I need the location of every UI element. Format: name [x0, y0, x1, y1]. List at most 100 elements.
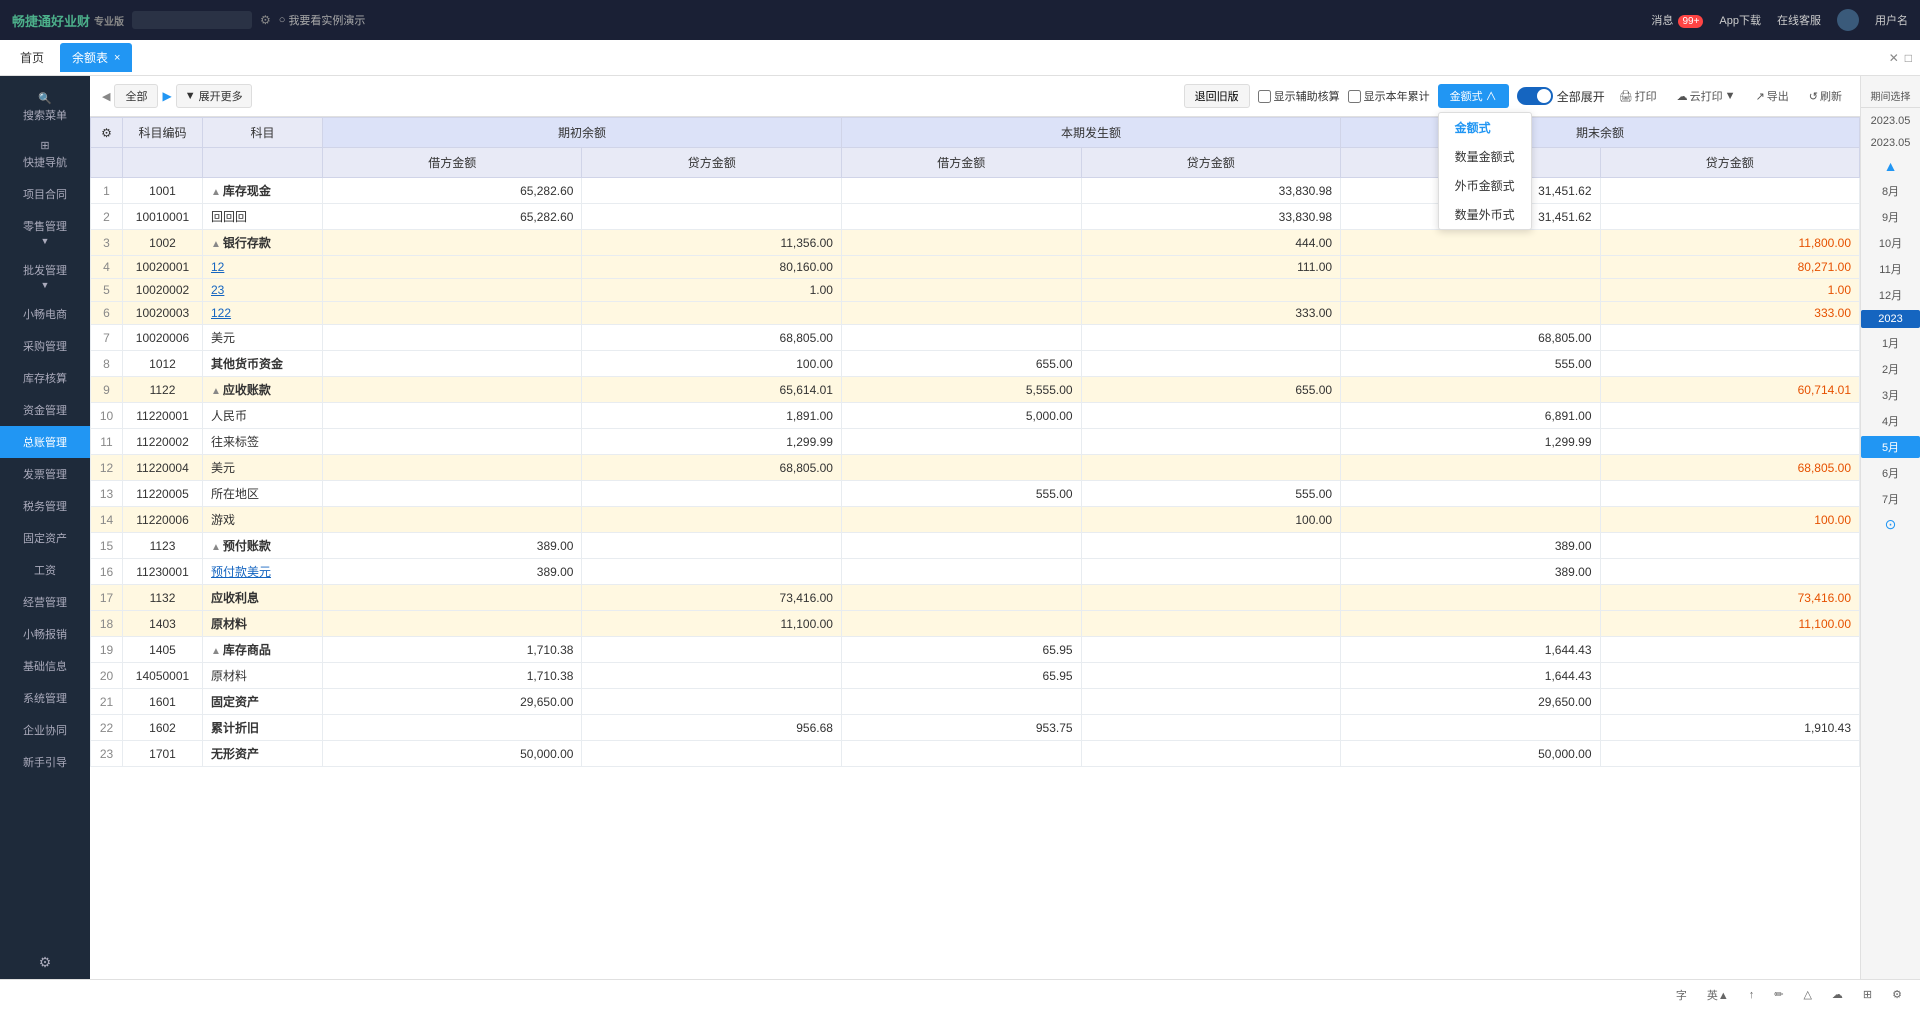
sidebar-item-enterprise[interactable]: 企业协同: [0, 714, 90, 746]
content-area: ◀ 全部 ▶ ▼ 展开更多 退回旧版 显示辅助核算 显示本年累计: [90, 76, 1860, 979]
period-3[interactable]: 3月: [1861, 384, 1920, 406]
period-11[interactable]: 11月: [1861, 258, 1920, 280]
demo-link[interactable]: ○ 我要看实例演示: [279, 12, 366, 28]
period-2023-label[interactable]: 2023: [1861, 310, 1920, 328]
zh-input-btn[interactable]: 字: [1670, 985, 1693, 1005]
dropdown-item-amount[interactable]: 金额式: [1439, 113, 1531, 142]
tab-close-btn[interactable]: ×: [114, 52, 120, 64]
expand-icon[interactable]: ▲: [211, 646, 221, 657]
export-btn[interactable]: ↗ 导出: [1750, 85, 1795, 107]
sidebar-gear-icon[interactable]: ⚙: [31, 946, 60, 978]
period-2[interactable]: 2月: [1861, 358, 1920, 380]
period-10[interactable]: 10月: [1861, 232, 1920, 254]
sidebar-item-expense[interactable]: 小畅报销: [0, 618, 90, 650]
edit-btn[interactable]: ✏: [1768, 986, 1789, 1003]
cloud-btn[interactable]: ☁: [1826, 986, 1849, 1003]
tab-balance-sheet[interactable]: 余额表 ×: [60, 43, 132, 72]
en-input-btn[interactable]: 英▲: [1701, 985, 1735, 1005]
window-restore-btn[interactable]: □: [1905, 51, 1912, 65]
expand-toggle-switch[interactable]: [1517, 87, 1553, 105]
account-name-cell[interactable]: 12: [203, 256, 323, 279]
account-code-cell: 14050001: [123, 663, 203, 689]
dropdown-item-qty-foreign[interactable]: 数量外币式: [1439, 200, 1531, 229]
account-name-cell: 所在地区: [203, 481, 323, 507]
dropdown-item-qty-amount[interactable]: 数量金额式: [1439, 142, 1531, 171]
print-btn[interactable]: 🖨 打印: [1613, 85, 1663, 107]
sidebar-item-basic-info[interactable]: 基础信息: [0, 650, 90, 682]
sidebar-item-retail[interactable]: 零售管理 ▼: [0, 210, 90, 254]
account-name-cell[interactable]: 其他货币资金: [203, 351, 323, 377]
sidebar-item-ledger[interactable]: 总账管理: [0, 426, 90, 458]
period-4[interactable]: 4月: [1861, 410, 1920, 432]
sidebar-item-search[interactable]: 🔍 搜索菜单: [0, 84, 90, 131]
account-name-cell: ▲银行存款: [203, 230, 323, 256]
show-auxiliary-checkbox[interactable]: 显示辅助核算: [1258, 88, 1340, 104]
period-8[interactable]: 8月: [1861, 180, 1920, 202]
sidebar-item-wholesale[interactable]: 批发管理 ▼: [0, 254, 90, 298]
tab-home[interactable]: 首页: [8, 43, 56, 72]
refresh-btn[interactable]: ↺ 刷新: [1803, 85, 1848, 107]
close-debit-cell: [1341, 455, 1600, 481]
period-1[interactable]: 1月: [1861, 332, 1920, 354]
table-row: 171132应收利息73,416.0073,416.00: [91, 585, 1860, 611]
expand-icon[interactable]: ▲: [211, 386, 221, 397]
left-arrow-icon[interactable]: ◀: [102, 90, 110, 103]
period-5[interactable]: 5月: [1861, 436, 1920, 458]
expand-icon[interactable]: ▲: [211, 187, 221, 198]
row-number: 1: [91, 178, 123, 204]
sidebar-item-nav[interactable]: ⊞ 快捷导航: [0, 131, 90, 178]
arrow-up-btn[interactable]: ↑: [1743, 987, 1761, 1003]
settings-bottom-btn[interactable]: ⚙: [1886, 986, 1908, 1003]
sidebar-item-payroll[interactable]: 工资: [0, 554, 90, 586]
period-down-arrow[interactable]: ⊙: [1861, 514, 1920, 535]
row-number: 12: [91, 455, 123, 481]
settings-col-header[interactable]: ⚙: [91, 118, 123, 148]
user-avatar[interactable]: [1837, 9, 1859, 31]
amount-type-btn[interactable]: 金额式 ∧: [1438, 84, 1509, 108]
period-year-end[interactable]: 2023.05: [1861, 134, 1920, 152]
show-year-checkbox[interactable]: 显示本年累计: [1348, 88, 1430, 104]
sidebar-item-project[interactable]: 项目合同: [0, 178, 90, 210]
settings-btn[interactable]: ⚙: [260, 13, 271, 27]
sidebar-item-funds[interactable]: 资金管理: [0, 394, 90, 426]
period-9[interactable]: 9月: [1861, 206, 1920, 228]
open-debit-cell: [323, 455, 582, 481]
open-debit-cell: [323, 403, 582, 429]
message-btn[interactable]: 消息 99+: [1651, 12, 1703, 28]
sidebar-item-guide[interactable]: 新手引导: [0, 746, 90, 778]
expand-icon[interactable]: ▲: [211, 239, 221, 250]
sidebar-item-fixed-assets[interactable]: 固定资产: [0, 522, 90, 554]
sidebar-item-system[interactable]: 系统管理: [0, 682, 90, 714]
top-search-input[interactable]: [132, 11, 252, 29]
open-credit-cell: [582, 533, 841, 559]
sidebar-item-invoice[interactable]: 发票管理: [0, 458, 90, 490]
period-12[interactable]: 12月: [1861, 284, 1920, 306]
app-download-btn[interactable]: App下载: [1719, 12, 1761, 28]
expand-icon[interactable]: ▲: [211, 542, 221, 553]
open-debit-cell: 389.00: [323, 533, 582, 559]
account-name-cell: 美元: [203, 325, 323, 351]
online-service-btn[interactable]: 在线客服: [1777, 12, 1821, 28]
sidebar-item-purchase[interactable]: 采购管理: [0, 330, 90, 362]
sidebar-item-operations[interactable]: 经营管理: [0, 586, 90, 618]
chevron-down-icon: ▼: [1725, 90, 1736, 102]
sidebar-item-ecommerce[interactable]: 小畅电商: [0, 298, 90, 330]
sidebar-item-tax[interactable]: 税务管理: [0, 490, 90, 522]
period-7[interactable]: 7月: [1861, 488, 1920, 510]
account-name-cell[interactable]: 122: [203, 302, 323, 325]
window-close-btn[interactable]: ✕: [1889, 51, 1899, 65]
sidebar-item-inventory[interactable]: 库存核算: [0, 362, 90, 394]
triangle-btn[interactable]: △: [1797, 986, 1817, 1003]
breadcrumb-arrow-icon[interactable]: ▶: [162, 89, 171, 103]
expand-more-btn[interactable]: ▼ 展开更多: [176, 84, 252, 108]
dropdown-item-foreign-amount[interactable]: 外币金额式: [1439, 171, 1531, 200]
back-to-old-btn[interactable]: 退回旧版: [1184, 84, 1250, 108]
account-name-cell[interactable]: 23: [203, 279, 323, 302]
grid-btn[interactable]: ⊞: [1857, 986, 1878, 1003]
period-up-arrow[interactable]: ▲: [1861, 156, 1920, 176]
period-6[interactable]: 6月: [1861, 462, 1920, 484]
period-year-start[interactable]: 2023.05: [1861, 112, 1920, 130]
cloud-print-btn[interactable]: ☁ 云打印 ▼: [1671, 85, 1742, 107]
account-name-cell[interactable]: 预付款美元: [203, 559, 323, 585]
breadcrumb-all-btn[interactable]: 全部: [114, 84, 158, 108]
